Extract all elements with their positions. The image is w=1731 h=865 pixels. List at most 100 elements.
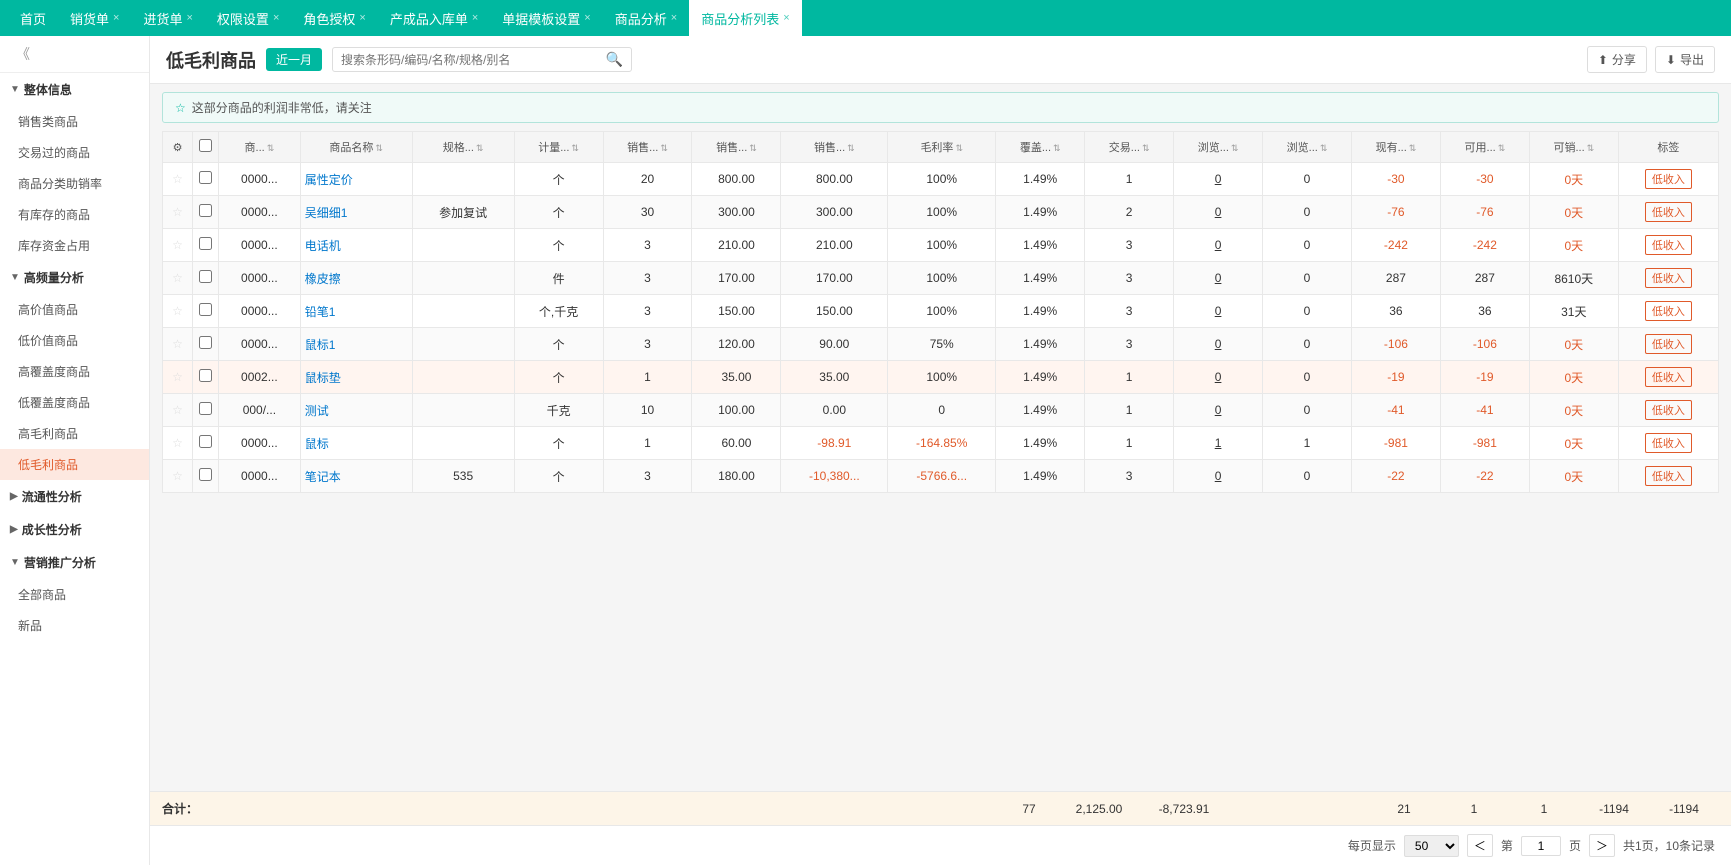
filter-recent-month-btn[interactable]: 近一月 bbox=[266, 48, 322, 71]
cell-checkbox[interactable] bbox=[193, 295, 219, 328]
cell-star[interactable]: ☆ bbox=[163, 196, 193, 229]
sidebar-item-low-value[interactable]: 低价值商品 bbox=[0, 325, 149, 356]
page-number-input[interactable] bbox=[1521, 836, 1561, 856]
sidebar-item-sales-goods[interactable]: 销售类商品 bbox=[0, 106, 149, 137]
prev-page-btn[interactable]: ＜ bbox=[1467, 834, 1493, 857]
row-checkbox[interactable] bbox=[199, 336, 212, 349]
nav-product-analysis-list[interactable]: 商品分析列表× bbox=[689, 0, 801, 36]
cell-star[interactable]: ☆ bbox=[163, 262, 193, 295]
export-btn[interactable]: ⬇ 导出 bbox=[1655, 46, 1715, 73]
row-checkbox[interactable] bbox=[199, 204, 212, 217]
cell-checkbox[interactable] bbox=[193, 196, 219, 229]
cell-name[interactable]: 鼠标 bbox=[300, 427, 412, 460]
row-checkbox[interactable] bbox=[199, 402, 212, 415]
cell-browse-a[interactable]: 0 bbox=[1174, 361, 1263, 394]
th-browse-b[interactable]: 浏览...⇅ bbox=[1263, 132, 1352, 163]
nav-home[interactable]: 首页 bbox=[8, 0, 58, 36]
cell-checkbox[interactable] bbox=[193, 460, 219, 493]
sidebar-item-stock-capital[interactable]: 库存资金占用 bbox=[0, 230, 149, 261]
th-saleable[interactable]: 可销...⇅ bbox=[1529, 132, 1618, 163]
cell-star[interactable]: ☆ bbox=[163, 460, 193, 493]
next-page-btn[interactable]: ＞ bbox=[1589, 834, 1615, 857]
nav-permission[interactable]: 权限设置× bbox=[205, 0, 291, 36]
cell-star[interactable]: ☆ bbox=[163, 295, 193, 328]
cell-browse-a[interactable]: 0 bbox=[1174, 163, 1263, 196]
cell-star[interactable]: ☆ bbox=[163, 328, 193, 361]
cell-name[interactable]: 属性定价 bbox=[300, 163, 412, 196]
sidebar-item-high-coverage[interactable]: 高覆盖度商品 bbox=[0, 356, 149, 387]
cell-checkbox[interactable] bbox=[193, 361, 219, 394]
close-icon[interactable]: × bbox=[584, 12, 590, 24]
select-all-checkbox[interactable] bbox=[199, 139, 212, 152]
sidebar-item-low-margin[interactable]: 低毛利商品 bbox=[0, 449, 149, 480]
cell-browse-a[interactable]: 0 bbox=[1174, 460, 1263, 493]
row-checkbox[interactable] bbox=[199, 237, 212, 250]
th-unit[interactable]: 计量...⇅ bbox=[514, 132, 603, 163]
cell-name[interactable]: 笔记本 bbox=[300, 460, 412, 493]
row-checkbox[interactable] bbox=[199, 435, 212, 448]
nav-product-in[interactable]: 产成品入库单× bbox=[378, 0, 490, 36]
nav-product-analysis[interactable]: 商品分析× bbox=[603, 0, 689, 36]
row-checkbox[interactable] bbox=[199, 468, 212, 481]
cell-checkbox[interactable] bbox=[193, 262, 219, 295]
cell-browse-a[interactable]: 0 bbox=[1174, 394, 1263, 427]
sidebar-group-flow[interactable]: ▶ 流通性分析 bbox=[0, 480, 149, 513]
th-sales-amt[interactable]: 销售...⇅ bbox=[692, 132, 781, 163]
th-checkbox[interactable] bbox=[193, 132, 219, 163]
close-icon[interactable]: × bbox=[783, 12, 789, 24]
th-spec[interactable]: 规格...⇅ bbox=[412, 132, 514, 163]
th-sales-qty[interactable]: 销售...⇅ bbox=[603, 132, 692, 163]
nav-template[interactable]: 单据模板设置× bbox=[490, 0, 602, 36]
cell-name[interactable]: 吴细细1 bbox=[300, 196, 412, 229]
sidebar-group-frequency[interactable]: ▼ 高频量分析 bbox=[0, 261, 149, 294]
sidebar-item-high-margin[interactable]: 高毛利商品 bbox=[0, 418, 149, 449]
sidebar-group-growth[interactable]: ▶ 成长性分析 bbox=[0, 513, 149, 546]
th-cover-rate[interactable]: 覆盖...⇅ bbox=[996, 132, 1085, 163]
cell-browse-a[interactable]: 0 bbox=[1174, 328, 1263, 361]
th-gross-rate[interactable]: 毛利率⇅ bbox=[888, 132, 996, 163]
sidebar-item-new-goods[interactable]: 新品 bbox=[0, 610, 149, 641]
nav-sales[interactable]: 销货单× bbox=[58, 0, 131, 36]
search-icon[interactable]: 🔍 bbox=[606, 51, 623, 68]
per-page-select[interactable]: 50 20 100 bbox=[1404, 835, 1459, 857]
cell-name[interactable]: 橡皮擦 bbox=[300, 262, 412, 295]
th-transactions[interactable]: 交易...⇅ bbox=[1085, 132, 1174, 163]
close-icon[interactable]: × bbox=[359, 12, 365, 24]
cell-browse-a[interactable]: 0 bbox=[1174, 196, 1263, 229]
cell-checkbox[interactable] bbox=[193, 427, 219, 460]
sidebar-collapse-btn[interactable]: 《 bbox=[10, 42, 36, 66]
cell-browse-a[interactable]: 0 bbox=[1174, 229, 1263, 262]
cell-name[interactable]: 铅笔1 bbox=[300, 295, 412, 328]
cell-checkbox[interactable] bbox=[193, 229, 219, 262]
sidebar-item-all-goods[interactable]: 全部商品 bbox=[0, 579, 149, 610]
search-input[interactable] bbox=[341, 53, 606, 67]
close-icon[interactable]: × bbox=[113, 12, 119, 24]
th-current[interactable]: 现有...⇅ bbox=[1351, 132, 1440, 163]
row-checkbox[interactable] bbox=[199, 270, 212, 283]
th-browse-a[interactable]: 浏览...⇅ bbox=[1174, 132, 1263, 163]
nav-purchase[interactable]: 进货单× bbox=[131, 0, 204, 36]
cell-star[interactable]: ☆ bbox=[163, 427, 193, 460]
cell-checkbox[interactable] bbox=[193, 163, 219, 196]
row-checkbox[interactable] bbox=[199, 171, 212, 184]
cell-name[interactable]: 测试 bbox=[300, 394, 412, 427]
sidebar-item-category-sales[interactable]: 商品分类助销率 bbox=[0, 168, 149, 199]
cell-name[interactable]: 鼠标垫 bbox=[300, 361, 412, 394]
close-icon[interactable]: × bbox=[273, 12, 279, 24]
cell-checkbox[interactable] bbox=[193, 328, 219, 361]
sidebar-group-overview[interactable]: ▼ 整体信息 bbox=[0, 73, 149, 106]
cell-checkbox[interactable] bbox=[193, 394, 219, 427]
cell-browse-a[interactable]: 1 bbox=[1174, 427, 1263, 460]
cell-star[interactable]: ☆ bbox=[163, 394, 193, 427]
row-checkbox[interactable] bbox=[199, 369, 212, 382]
sidebar-item-high-value[interactable]: 高价值商品 bbox=[0, 294, 149, 325]
sidebar-item-low-coverage[interactable]: 低覆盖度商品 bbox=[0, 387, 149, 418]
row-checkbox[interactable] bbox=[199, 303, 212, 316]
cell-star[interactable]: ☆ bbox=[163, 229, 193, 262]
th-sales-profit[interactable]: 销售...⇅ bbox=[781, 132, 888, 163]
th-code[interactable]: 商...⇅ bbox=[219, 132, 301, 163]
close-icon[interactable]: × bbox=[671, 12, 677, 24]
cell-name[interactable]: 鼠标1 bbox=[300, 328, 412, 361]
th-settings[interactable]: ⚙ bbox=[163, 132, 193, 163]
th-name[interactable]: 商品名称⇅ bbox=[300, 132, 412, 163]
